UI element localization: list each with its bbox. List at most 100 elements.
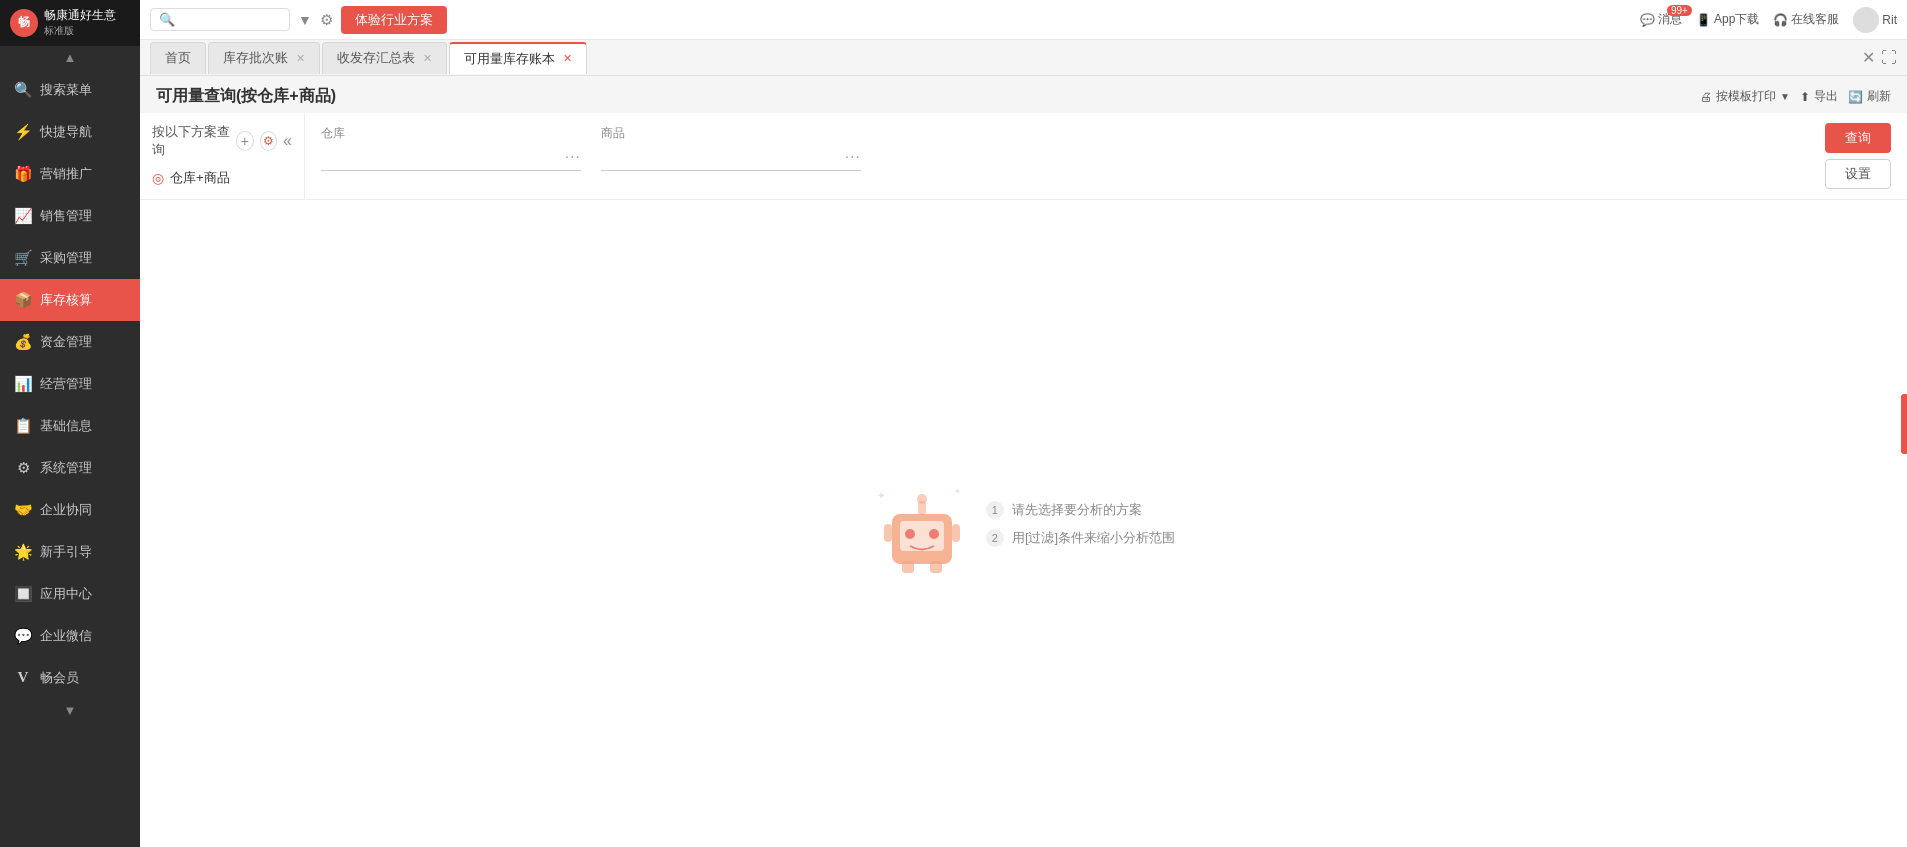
- sales-icon: 📈: [14, 207, 32, 225]
- query-button[interactable]: 查询: [1825, 123, 1891, 153]
- print-icon: 🖨: [1700, 90, 1712, 104]
- right-scrollbar[interactable]: [1901, 394, 1907, 454]
- svg-text:✦: ✦: [954, 487, 961, 496]
- warehouse-input-row: ···: [321, 148, 581, 171]
- topbar-dropdown-icon[interactable]: ▼: [298, 12, 312, 28]
- svg-point-3: [929, 529, 939, 539]
- product-field-group: 商品 ···: [601, 125, 861, 171]
- filter-add-button[interactable]: +: [236, 131, 253, 151]
- empty-state: ✦ ✦ 1 请先选择要分析的方案 2 用[过滤]条件来缩小分析范围: [140, 200, 1907, 847]
- app-download-button[interactable]: 📱 App下载: [1696, 11, 1759, 28]
- search-icon: 🔍: [14, 81, 32, 99]
- svg-point-2: [905, 529, 915, 539]
- sidebar-logo: 畅 畅康通好生意 标准版: [0, 0, 140, 46]
- user-avatar-button[interactable]: Rit: [1853, 7, 1897, 33]
- svg-point-7: [917, 494, 927, 504]
- sidebar-item-newbie[interactable]: 🌟 新手引导: [0, 531, 140, 573]
- export-icon: ⬆: [1800, 90, 1810, 104]
- apps-icon: 🔲: [14, 585, 32, 603]
- filter-scheme-item[interactable]: ◎ 仓库+商品: [140, 163, 304, 193]
- page-header: 可用量查询(按仓库+商品) 🖨 按模板打印 ▼ ⬆ 导出 🔄 刷新: [140, 76, 1907, 113]
- print-button[interactable]: 🖨 按模板打印 ▼: [1700, 88, 1790, 105]
- tabbar: 首页 库存批次账 ✕ 收发存汇总表 ✕ 可用量库存账本 ✕ ✕ ⛶: [140, 40, 1907, 76]
- svg-rect-8: [902, 561, 914, 573]
- settings-button[interactable]: 设置: [1825, 159, 1891, 189]
- tab-batch-ledger-close[interactable]: ✕: [296, 52, 305, 65]
- online-service-icon: 🎧: [1773, 13, 1788, 27]
- topbar-gear-icon[interactable]: ⚙: [320, 11, 333, 29]
- sidebar-item-system[interactable]: ⚙ 系统管理: [0, 447, 140, 489]
- main-area: 🔍 ▼ ⚙ 体验行业方案 💬 消息 99+ 📱 App下载 🎧 在线客服 Rit: [140, 0, 1907, 847]
- finance-icon: 💰: [14, 333, 32, 351]
- sidebar-item-coop[interactable]: 🤝 企业协同: [0, 489, 140, 531]
- tab-batch-ledger[interactable]: 库存批次账 ✕: [208, 42, 320, 74]
- sidebar-scroll-up[interactable]: ▲: [0, 46, 140, 69]
- sidebar-item-apps[interactable]: 🔲 应用中心: [0, 573, 140, 615]
- warehouse-dots[interactable]: ···: [565, 148, 581, 166]
- marketing-icon: 🎁: [14, 165, 32, 183]
- sidebar-item-basic[interactable]: 📋 基础信息: [0, 405, 140, 447]
- empty-robot-svg: ✦ ✦: [872, 479, 972, 579]
- svg-rect-5: [952, 524, 960, 542]
- member-icon: V: [14, 669, 32, 686]
- tab-available-ledger-close[interactable]: ✕: [563, 52, 572, 65]
- hint1-num: 1: [986, 501, 1004, 519]
- filter-right-fields: 仓库 ··· 商品 ···: [305, 113, 1809, 199]
- filter-main-row: 按以下方案查询 + ⚙ « ◎ 仓库+商品: [140, 113, 1907, 200]
- trial-button[interactable]: 体验行业方案: [341, 6, 447, 34]
- filter-label: 按以下方案查询: [152, 123, 230, 159]
- coop-icon: 🤝: [14, 501, 32, 519]
- tab-home[interactable]: 首页: [150, 42, 206, 74]
- sidebar-nav: ▲ 🔍 搜索菜单 ⚡ 快捷导航 🎁 营销推广 📈 销售管理 🛒 采购管理 📦 库…: [0, 46, 140, 847]
- product-dots[interactable]: ···: [845, 148, 861, 166]
- message-badge: 99+: [1667, 5, 1692, 16]
- topbar-right: 💬 消息 99+ 📱 App下载 🎧 在线客服 Rit: [1640, 7, 1897, 33]
- sidebar-item-search[interactable]: 🔍 搜索菜单: [0, 69, 140, 111]
- filter-collapse-icon[interactable]: «: [283, 132, 292, 150]
- warehouse-input[interactable]: [321, 150, 559, 165]
- sidebar-item-marketing[interactable]: 🎁 营销推广: [0, 153, 140, 195]
- tab-receipt-summary-close[interactable]: ✕: [423, 52, 432, 65]
- product-input[interactable]: [601, 150, 839, 165]
- action-buttons: 查询 设置: [1809, 113, 1907, 199]
- sidebar-item-finance[interactable]: 💰 资金管理: [0, 321, 140, 363]
- warehouse-field-group: 仓库 ···: [321, 125, 581, 171]
- topbar-search[interactable]: 🔍: [150, 8, 290, 31]
- scheme-item-icon: ◎: [152, 170, 164, 186]
- sidebar-item-member[interactable]: V 畅会员: [0, 657, 140, 699]
- sidebar-item-purchase[interactable]: 🛒 采购管理: [0, 237, 140, 279]
- sidebar-scroll-down[interactable]: ▼: [0, 699, 140, 722]
- tab-receipt-summary[interactable]: 收发存汇总表 ✕: [322, 42, 447, 74]
- refresh-icon: 🔄: [1848, 90, 1863, 104]
- svg-rect-9: [930, 561, 942, 573]
- filter-setting-button[interactable]: ⚙: [260, 131, 277, 151]
- avatar: [1853, 7, 1879, 33]
- purchase-icon: 🛒: [14, 249, 32, 267]
- basic-icon: 📋: [14, 417, 32, 435]
- svg-text:✦: ✦: [877, 490, 885, 501]
- logo-text: 畅康通好生意 标准版: [44, 8, 116, 38]
- sidebar-item-operation[interactable]: 📊 经营管理: [0, 363, 140, 405]
- svg-rect-4: [884, 524, 892, 542]
- sidebar-item-sales[interactable]: 📈 销售管理: [0, 195, 140, 237]
- sidebar-item-inventory[interactable]: 📦 库存核算: [0, 279, 140, 321]
- topbar: 🔍 ▼ ⚙ 体验行业方案 💬 消息 99+ 📱 App下载 🎧 在线客服 Rit: [140, 0, 1907, 40]
- sidebar-item-shortcut[interactable]: ⚡ 快捷导航: [0, 111, 140, 153]
- refresh-button[interactable]: 🔄 刷新: [1848, 88, 1891, 105]
- page-actions: 🖨 按模板打印 ▼ ⬆ 导出 🔄 刷新: [1700, 88, 1891, 105]
- topbar-search-icon: 🔍: [159, 12, 175, 27]
- sidebar-item-wechat[interactable]: 💬 企业微信: [0, 615, 140, 657]
- online-service-button[interactable]: 🎧 在线客服: [1773, 11, 1839, 28]
- logo-icon: 畅: [10, 9, 38, 37]
- tab-available-ledger[interactable]: 可用量库存账本 ✕: [449, 42, 587, 74]
- message-button[interactable]: 💬 消息 99+: [1640, 11, 1682, 28]
- print-dropdown-icon: ▼: [1780, 91, 1790, 102]
- export-button[interactable]: ⬆ 导出: [1800, 88, 1838, 105]
- product-input-row: ···: [601, 148, 861, 171]
- tab-close-icon[interactable]: ✕: [1862, 48, 1875, 67]
- filter-scheme-panel: 按以下方案查询 + ⚙ « ◎ 仓库+商品: [140, 113, 305, 199]
- inventory-icon: 📦: [14, 291, 32, 309]
- empty-robot-image: ✦ ✦: [872, 479, 962, 569]
- product-label: 商品: [601, 125, 861, 142]
- tab-expand-icon[interactable]: ⛶: [1881, 49, 1897, 67]
